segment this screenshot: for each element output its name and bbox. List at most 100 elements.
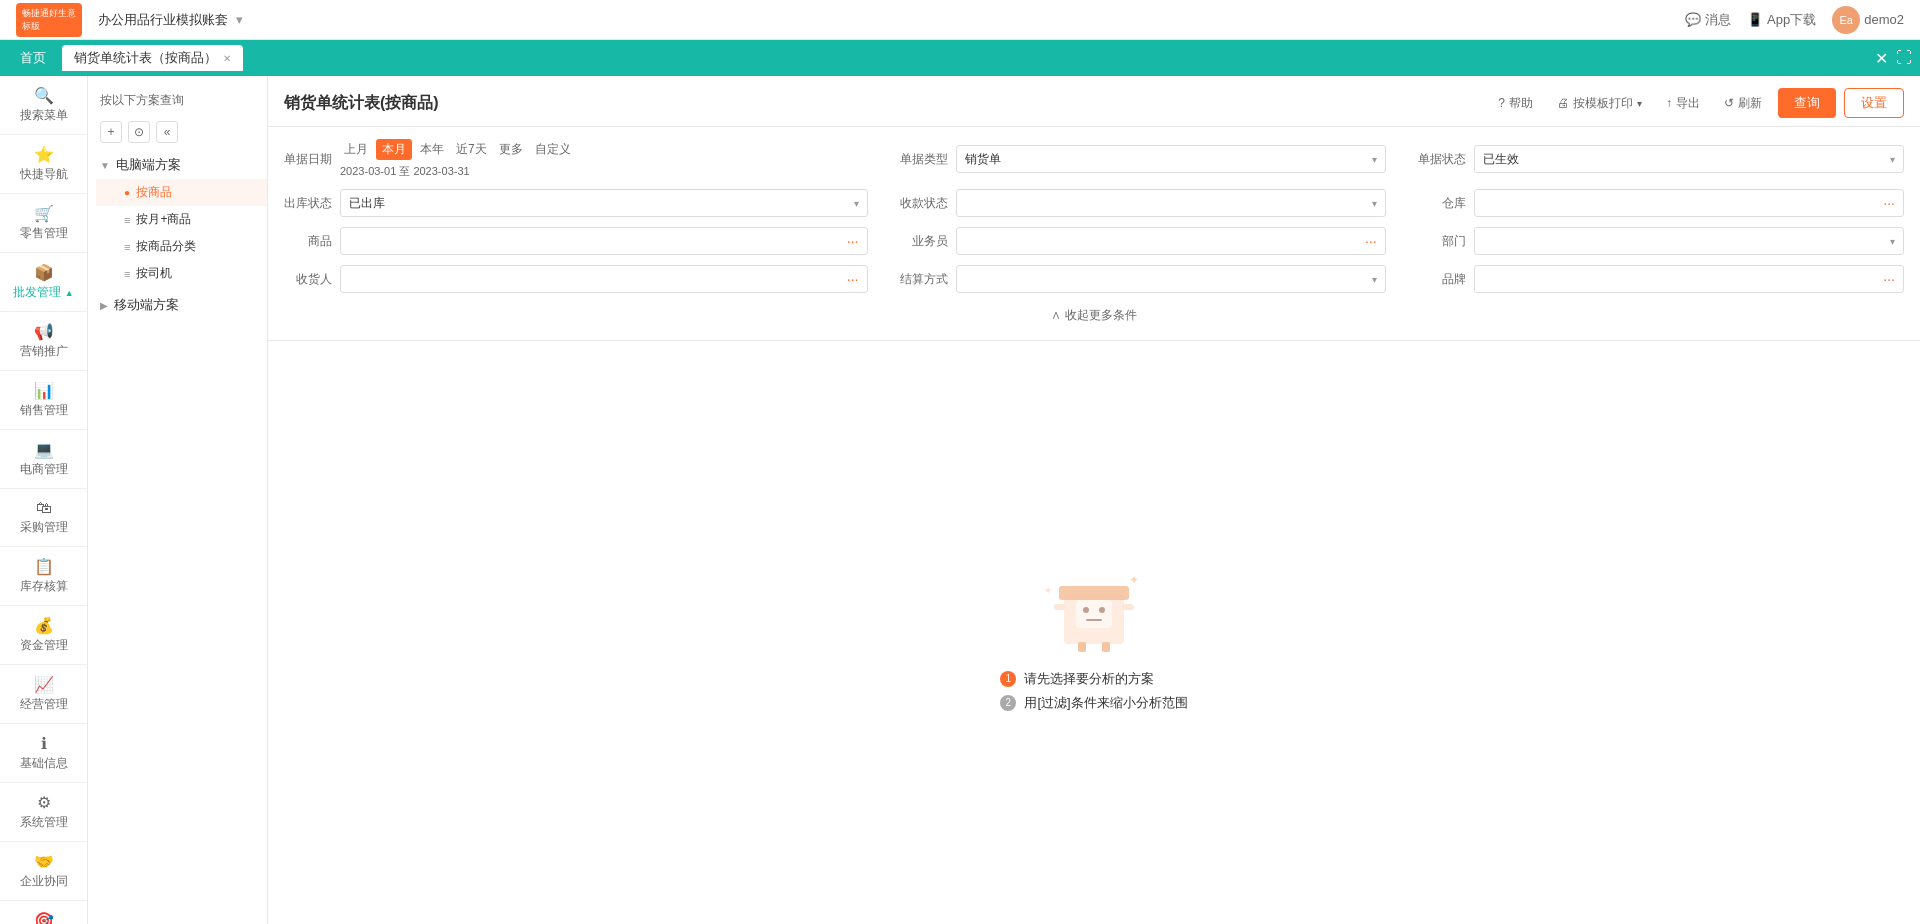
active-dot-icon: ●	[124, 187, 130, 198]
add-scheme-btn[interactable]: +	[100, 121, 122, 143]
help-btn[interactable]: ? 帮助	[1490, 91, 1541, 116]
product-dots[interactable]: ···	[847, 233, 859, 249]
tree-item-desktop[interactable]: ▼ 电脑端方案	[88, 151, 267, 179]
outbound-control[interactable]: 已出库 ▾	[340, 189, 868, 217]
tree-by-product[interactable]: ● 按商品	[96, 179, 267, 206]
sidebar-item-retail[interactable]: 🛒 零售管理	[0, 194, 87, 253]
department-control[interactable]: ▾	[1474, 227, 1904, 255]
filter-row-2: 出库状态 已出库 ▾ 收款状态 ▾	[284, 189, 1904, 217]
month-product-icon: ≡	[124, 214, 130, 226]
finance-icon: 💰	[4, 616, 83, 635]
message-btn[interactable]: 💬 消息	[1685, 11, 1731, 29]
doc-type-control[interactable]: 销货单 ▾	[956, 145, 1386, 173]
date-range-value: 2023-03-01 至 2023-03-31	[340, 164, 868, 179]
sidebar-coop-label: 企业协同	[20, 874, 68, 888]
brand-control[interactable]: ···	[1474, 265, 1904, 293]
filter-payment-method: 结算方式 ▾	[900, 265, 1386, 293]
tree-by-driver[interactable]: ≡ 按司机	[96, 260, 267, 287]
product-control[interactable]: ···	[340, 227, 868, 255]
sidebar-system-label: 系统管理	[20, 815, 68, 829]
edit-scheme-btn[interactable]: ⊙	[128, 121, 150, 143]
date-tab-year[interactable]: 本年	[416, 139, 448, 160]
tab-close-icon[interactable]: ✕	[223, 53, 231, 64]
warehouse-dots[interactable]: ···	[1883, 195, 1895, 211]
close-window-icon[interactable]: ✕	[1875, 49, 1888, 68]
payment-control[interactable]: ▾	[956, 189, 1386, 217]
sidebar-item-system[interactable]: ⚙ 系统管理	[0, 783, 87, 842]
user-avatar-btn[interactable]: Ea demo2	[1832, 6, 1904, 34]
sidebar-item-quick-nav[interactable]: ⭐ 快捷导航	[0, 135, 87, 194]
print-dropdown-icon: ▾	[1637, 98, 1642, 109]
empty-state: ✦ ✦ 1 请先选择要分析的方案 2 用[过滤]条件来缩小分析范围	[268, 341, 1920, 924]
sidebar-item-inventory[interactable]: 📋 库存核算	[0, 547, 87, 606]
date-tab-last-month[interactable]: 上月	[340, 139, 372, 160]
avatar-initials: Ea	[1840, 14, 1853, 26]
salesperson-control[interactable]: ···	[956, 227, 1386, 255]
sidebar-item-purchase[interactable]: 🛍 采购管理	[0, 489, 87, 547]
sidebar-item-finance[interactable]: 💰 资金管理	[0, 606, 87, 665]
svg-text:✦: ✦	[1044, 585, 1052, 596]
brand-dots[interactable]: ···	[1883, 271, 1895, 287]
app-download-label: App下载	[1767, 11, 1816, 29]
receiver-control[interactable]: ···	[340, 265, 868, 293]
query-btn[interactable]: 查询	[1778, 88, 1836, 118]
app-download-btn[interactable]: 📱 App下载	[1747, 11, 1816, 29]
date-tab-current-month[interactable]: 本月	[376, 139, 412, 160]
tree-mobile-label: 移动端方案	[114, 296, 179, 314]
workspace-dropdown-icon[interactable]: ▾	[236, 12, 243, 27]
filter-area: 单据日期 上月 本月 本年 近7天 更多 自定义 2023-03-01 至 20…	[268, 127, 1920, 341]
marketing-icon: 📢	[4, 322, 83, 341]
payment-method-control[interactable]: ▾	[956, 265, 1386, 293]
app-logo: 畅捷通好生意 标版	[16, 3, 82, 37]
print-icon: 🖨	[1557, 96, 1569, 110]
sidebar-item-search-menu[interactable]: 🔍 搜索菜单	[0, 76, 87, 135]
filter-brand: 品牌 ···	[1418, 265, 1904, 293]
sidebar-item-guide[interactable]: 🎯 新手引导	[0, 901, 87, 924]
step-2-num: 2	[1000, 695, 1016, 711]
sidebar-item-ecom[interactable]: 💻 电商管理	[0, 430, 87, 489]
collapse-btn[interactable]: ∧ 收起更多条件	[1051, 307, 1136, 324]
step-2-text: 用[过滤]条件来缩小分析范围	[1024, 694, 1187, 712]
filter-row-1: 单据日期 上月 本月 本年 近7天 更多 自定义 2023-03-01 至 20…	[284, 139, 1904, 179]
wholesale-icon: 📦	[4, 263, 83, 282]
filter-department: 部门 ▾	[1418, 227, 1904, 255]
tree-arrow-icon: ▼	[100, 160, 110, 171]
svg-point-3	[1083, 607, 1089, 613]
sidebar-item-ops[interactable]: 📈 经营管理	[0, 665, 87, 724]
logo-text: 畅捷通好生意	[22, 8, 76, 18]
receiver-dots[interactable]: ···	[847, 271, 859, 287]
settings-btn[interactable]: 设置	[1844, 88, 1904, 118]
tree-by-month-product[interactable]: ≡ 按月+商品	[96, 206, 267, 233]
export-icon: ↑	[1666, 96, 1672, 110]
salesperson-label: 业务员	[900, 233, 956, 250]
tab-sales-stat[interactable]: 销货单统计表（按商品） ✕	[62, 45, 243, 71]
payment-arrow: ▾	[1372, 198, 1377, 209]
sidebar-item-coop[interactable]: 🤝 企业协同	[0, 842, 87, 901]
tree-item-mobile[interactable]: ▶ 移动端方案	[88, 291, 267, 319]
expand-icon[interactable]: ⛶	[1896, 49, 1912, 68]
doc-status-control[interactable]: 已生效 ▾	[1474, 145, 1904, 173]
sidebar-item-wholesale[interactable]: 📦 批发管理 ▲	[0, 253, 87, 312]
doc-status-value: 已生效	[1483, 151, 1519, 168]
top-bar: 畅捷通好生意 标版 办公用品行业模拟账套 ▾ 💬 消息 📱 App下载 Ea d…	[0, 0, 1920, 40]
tree-by-category[interactable]: ≡ 按商品分类	[96, 233, 267, 260]
date-tab-custom[interactable]: 自定义	[531, 139, 575, 160]
tab-home[interactable]: 首页	[8, 45, 58, 71]
date-tab-7days[interactable]: 近7天	[452, 139, 491, 160]
salesperson-dots[interactable]: ···	[1365, 233, 1377, 249]
template-print-btn[interactable]: 🖨 按模板打印 ▾	[1549, 91, 1650, 116]
guide-icon: 🎯	[4, 911, 83, 924]
collapse-panel-btn[interactable]: «	[156, 121, 178, 143]
sidebar-item-base[interactable]: ℹ 基础信息	[0, 724, 87, 783]
refresh-btn[interactable]: ↺ 刷新	[1716, 91, 1770, 116]
sidebar-item-sales[interactable]: 📊 销售管理	[0, 371, 87, 430]
export-btn[interactable]: ↑ 导出	[1658, 91, 1708, 116]
svg-rect-2	[1076, 600, 1112, 628]
warehouse-control[interactable]: ···	[1474, 189, 1904, 217]
filter-product: 商品 ···	[284, 227, 868, 255]
payment-method-arrow: ▾	[1372, 274, 1377, 285]
date-tab-more[interactable]: 更多	[495, 139, 527, 160]
filter-doc-status: 单据状态 已生效 ▾	[1418, 145, 1904, 173]
sidebar-item-marketing[interactable]: 📢 营销推广	[0, 312, 87, 371]
date-tabs: 上月 本月 本年 近7天 更多 自定义	[340, 139, 868, 160]
